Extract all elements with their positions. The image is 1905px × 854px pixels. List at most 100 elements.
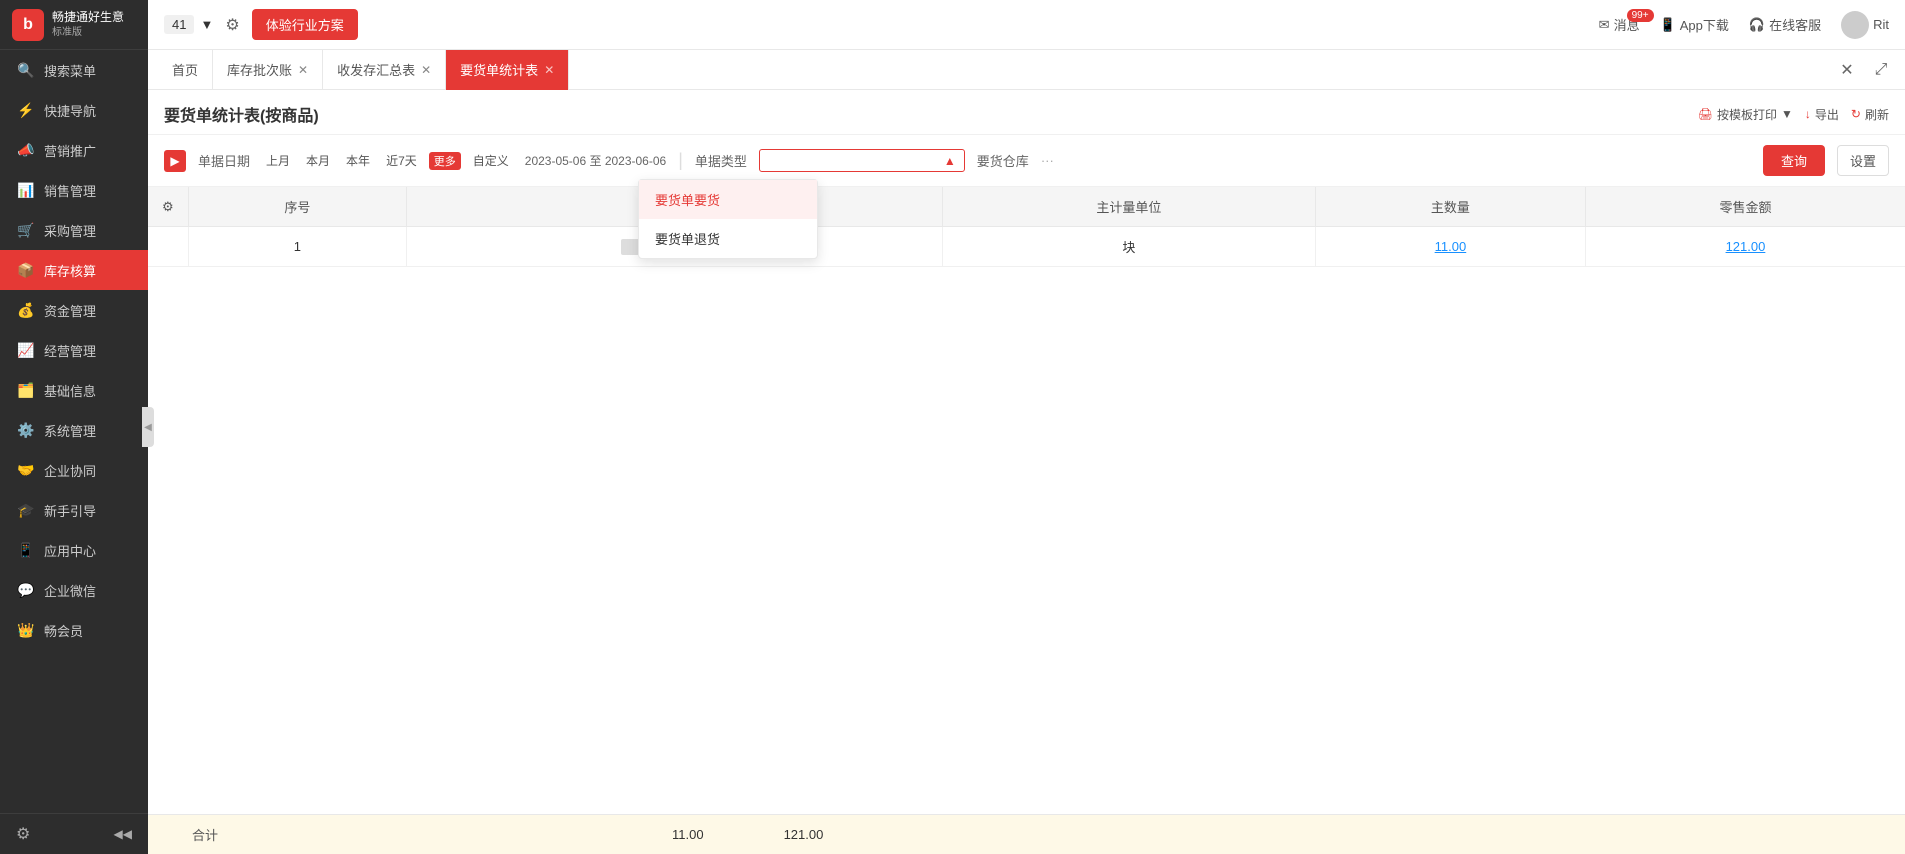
tab-receivables-summary[interactable]: 收发存汇总表 ✕ <box>323 50 446 90</box>
type-dropdown: 要货单要货 要货单退货 <box>638 179 818 259</box>
sidebar-collapse-icon[interactable]: ◀◀ <box>114 827 132 841</box>
table-cell-unit: 块 <box>942 227 1315 267</box>
tab-receivables-close[interactable]: ✕ <box>421 63 431 77</box>
filter-settings-button[interactable]: 设置 <box>1837 145 1889 176</box>
filter-divider: | <box>678 150 683 171</box>
export-icon: ↓ <box>1805 107 1811 121</box>
table-footer: 合计 11.00 121.00 <box>148 814 1905 854</box>
app-download-button[interactable]: 📱 App下载 <box>1660 15 1729 34</box>
sidebar-settings-icon[interactable]: ⚙ <box>16 824 30 844</box>
dropdown-item-order-return[interactable]: 要货单退货 <box>639 219 817 258</box>
table-header-settings[interactable]: ⚙ <box>148 187 188 227</box>
sidebar-item-vip[interactable]: 👑 畅会员 <box>0 610 148 650</box>
header-settings-icon[interactable]: ⚙ <box>225 15 239 35</box>
base-icon: 🗂️ <box>16 380 36 400</box>
tab-close-all[interactable]: ✕ <box>1833 56 1861 84</box>
export-button[interactable]: ↓ 导出 <box>1805 106 1839 123</box>
tab-expand[interactable]: ⤢ <box>1867 56 1895 84</box>
app-logo-icon: b <box>12 9 44 41</box>
date-last-month[interactable]: 上月 <box>262 150 294 171</box>
date-range-display: 2023-05-06 至 2023-06-06 <box>525 152 666 169</box>
sidebar-item-marketing[interactable]: 📣 营销推广 <box>0 130 148 170</box>
date-custom-button[interactable]: 自定义 <box>469 150 513 171</box>
tab-order-stats[interactable]: 要货单统计表 ✕ <box>446 50 569 90</box>
tab-inventory-batch[interactable]: 库存批次账 ✕ <box>213 50 323 90</box>
date-more-button[interactable]: 更多 <box>429 152 461 170</box>
sidebar-bottom: ⚙ ◀◀ <box>0 813 148 854</box>
search-icon: 🔍 <box>16 60 36 80</box>
sidebar: b 畅捷通好生意 标准版 🔍 搜索菜单 ⚡ 快捷导航 📣 营销推广 📊 销售管理… <box>0 0 148 854</box>
print-button[interactable]: 🖨 按模板打印 ▼ <box>1698 106 1793 123</box>
sidebar-item-guide[interactable]: 🎓 新手引导 <box>0 490 148 530</box>
sidebar-item-quick-nav[interactable]: ⚡ 快捷导航 <box>0 90 148 130</box>
system-icon: ⚙️ <box>16 420 36 440</box>
print-icon: 🖨 <box>1698 107 1713 121</box>
messages-button[interactable]: ✉ 消息 99+ <box>1599 15 1640 34</box>
date-this-year[interactable]: 本年 <box>342 150 374 171</box>
purchase-icon: 🛒 <box>16 220 36 240</box>
sidebar-item-operations[interactable]: 📈 经营管理 <box>0 330 148 370</box>
sidebar-item-enterprise[interactable]: 🤝 企业协同 <box>0 450 148 490</box>
table-header-index: 序号 <box>188 187 406 227</box>
sidebar-item-wechat[interactable]: 💬 企业微信 <box>0 570 148 610</box>
type-filter-input[interactable] <box>768 153 944 168</box>
table-wrapper: ⚙ 序号 商品 主计量单位 主数量 零售金额 1 <box>148 187 1905 814</box>
dropdown-item-order-goods[interactable]: 要货单要货 <box>639 180 817 219</box>
date-last-7days[interactable]: 近7天 <box>382 150 421 171</box>
sidebar-item-finance[interactable]: 💰 资金管理 <box>0 290 148 330</box>
headset-icon: 🎧 <box>1749 17 1765 33</box>
page-title: 要货单统计表(按商品) <box>164 102 319 126</box>
date-this-month[interactable]: 本月 <box>302 150 334 171</box>
vip-icon: 👑 <box>16 620 36 640</box>
table-cell-quantity: 11.00 <box>1315 227 1585 267</box>
filter-expand-button[interactable]: ▶ <box>164 150 186 172</box>
header-left: 41 ▼ ⚙ 体验行业方案 <box>164 9 358 40</box>
refresh-button[interactable]: ↻ 刷新 <box>1851 106 1889 123</box>
refresh-icon: ↻ <box>1851 107 1861 121</box>
sidebar-collapse-handle[interactable]: ◀ <box>142 407 154 447</box>
main-content: 41 ▼ ⚙ 体验行业方案 ✉ 消息 99+ 📱 App下载 🎧 在线客服 R <box>148 0 1905 854</box>
footer-numbers: 11.00 121.00 <box>672 827 823 842</box>
sidebar-item-system[interactable]: ⚙️ 系统管理 <box>0 410 148 450</box>
trial-button[interactable]: 体验行业方案 <box>252 9 358 40</box>
message-icon: ✉ <box>1599 17 1610 33</box>
finance-icon: 💰 <box>16 300 36 320</box>
warehouse-filter-dots[interactable]: ··· <box>1041 153 1054 168</box>
store-dropdown-icon: ▼ <box>200 17 213 32</box>
tab-bar-end: ✕ ⤢ <box>1833 56 1895 84</box>
store-selector[interactable]: 41 ▼ <box>164 15 213 34</box>
online-service-button[interactable]: 🎧 在线客服 <box>1749 15 1821 34</box>
type-filter-arrow-icon[interactable]: ▲ <box>944 154 956 168</box>
print-dropdown-icon: ▼ <box>1781 107 1793 121</box>
user-avatar-area[interactable]: Rit <box>1841 11 1889 39</box>
sidebar-item-app-center[interactable]: 📱 应用中心 <box>0 530 148 570</box>
guide-icon: 🎓 <box>16 500 36 520</box>
top-header: 41 ▼ ⚙ 体验行业方案 ✉ 消息 99+ 📱 App下载 🎧 在线客服 R <box>148 0 1905 50</box>
page-area: 要货单统计表(按商品) 🖨 按模板打印 ▼ ↓ 导出 ↻ 刷新 ▶ <box>148 90 1905 854</box>
type-filter-input-wrapper[interactable]: ▲ <box>759 149 965 172</box>
quick-nav-icon: ⚡ <box>16 100 36 120</box>
query-button[interactable]: 查询 <box>1763 145 1825 176</box>
table-cell-empty <box>148 227 188 267</box>
wechat-icon: 💬 <box>16 580 36 600</box>
page-header: 要货单统计表(按商品) 🖨 按模板打印 ▼ ↓ 导出 ↻ 刷新 <box>148 90 1905 135</box>
tab-home[interactable]: 首页 <box>158 50 213 90</box>
sales-icon: 📊 <box>16 180 36 200</box>
table-cell-amount: 121.00 <box>1585 227 1905 267</box>
data-table: ⚙ 序号 商品 主计量单位 主数量 零售金额 1 <box>148 187 1905 267</box>
sidebar-item-search[interactable]: 🔍 搜索菜单 <box>0 50 148 90</box>
sidebar-item-base[interactable]: 🗂️ 基础信息 <box>0 370 148 410</box>
page-actions: 🖨 按模板打印 ▼ ↓ 导出 ↻ 刷新 <box>1698 106 1889 123</box>
date-shortcuts: 上月 本月 本年 近7天 更多 自定义 <box>262 150 513 171</box>
table-row: 1 块 11.00 121.00 <box>148 227 1905 267</box>
filter-bar: ▶ 单据日期 上月 本月 本年 近7天 更多 自定义 2023-05-06 至 … <box>148 135 1905 187</box>
marketing-icon: 📣 <box>16 140 36 160</box>
sidebar-item-inventory[interactable]: 📦 库存核算 <box>0 250 148 290</box>
app-center-icon: 📱 <box>16 540 36 560</box>
sidebar-item-sales[interactable]: 📊 销售管理 <box>0 170 148 210</box>
tab-order-stats-close[interactable]: ✕ <box>544 63 554 77</box>
type-filter-label: 单据类型 <box>695 151 747 170</box>
sidebar-item-purchase[interactable]: 🛒 采购管理 <box>0 210 148 250</box>
sidebar-logo: b 畅捷通好生意 标准版 <box>0 0 148 50</box>
tab-inventory-batch-close[interactable]: ✕ <box>298 63 308 77</box>
